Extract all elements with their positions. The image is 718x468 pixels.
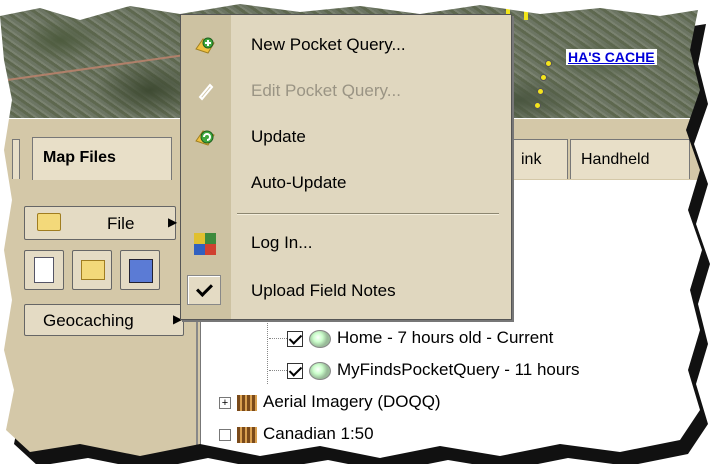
new-query-icon (194, 35, 216, 55)
pocket-query-icon (309, 329, 331, 348)
tree-item-canadian[interactable]: Canadian 1:50 (219, 422, 374, 446)
new-document-icon (34, 257, 54, 283)
tab-handheld[interactable]: Handheld (570, 139, 690, 179)
screenshot-frame: HA'S CACHE Map Files ink Handheld File ▶ (0, 4, 702, 458)
menu-item-label: Update (251, 127, 306, 146)
file-menu-button[interactable]: File ▶ (24, 206, 178, 240)
tab-link[interactable]: ink (510, 139, 568, 179)
new-file-button[interactable] (24, 250, 64, 290)
map-road (524, 4, 528, 20)
menu-item-label: Edit Pocket Query... (251, 81, 401, 100)
tab-label: Map Files (43, 149, 116, 166)
cache-link[interactable]: HA'S CACHE (566, 49, 657, 65)
save-disk-icon (129, 259, 153, 283)
menu-item-log-in[interactable]: Log In... (181, 223, 511, 263)
imagery-icon (237, 426, 257, 443)
imagery-icon (237, 394, 257, 411)
menu-separator (237, 213, 499, 215)
tree-item-label: MyFindsPocketQuery - 11 hours (337, 360, 580, 379)
login-icon (194, 233, 216, 255)
pocket-query-icon (309, 361, 331, 380)
edit-query-icon (194, 81, 216, 101)
menu-item-upload-field-notes[interactable]: Upload Field Notes (181, 271, 511, 311)
tab-label: Handheld (581, 151, 650, 168)
tree-item[interactable]: MyFindsPocketQuery - 11 hours (269, 358, 580, 382)
menu-item-auto-update[interactable]: Auto-Update (181, 163, 511, 203)
expand-icon[interactable] (219, 428, 231, 441)
geocaching-context-menu: New Pocket Query... Edit Pocket Query...… (180, 14, 512, 320)
update-icon (194, 127, 216, 147)
chevron-right-icon: ▶ (168, 215, 178, 229)
tab-label: ink (521, 151, 542, 168)
track-point (545, 60, 552, 67)
track-point (540, 74, 547, 81)
menu-item-label: Auto-Update (251, 173, 347, 192)
save-file-button[interactable] (120, 250, 160, 290)
track-point (537, 88, 544, 95)
tab-map-files[interactable]: Map Files (32, 137, 172, 181)
track-point (534, 102, 541, 109)
menu-item-label: Log In... (251, 233, 313, 252)
menu-item-label: New Pocket Query... (251, 35, 406, 54)
expand-icon[interactable]: + (219, 396, 231, 409)
menu-item-edit-pocket-query[interactable]: Edit Pocket Query... (181, 71, 511, 111)
checked-icon (187, 275, 221, 305)
folder-icon (37, 213, 61, 231)
menu-item-update[interactable]: Update (181, 117, 511, 157)
open-folder-icon (81, 260, 105, 280)
item-checkbox[interactable] (287, 362, 303, 379)
geocaching-label: Geocaching (43, 311, 134, 330)
tab-scroll-left[interactable] (12, 139, 20, 179)
tree-item-aerial[interactable]: + Aerial Imagery (DOQQ) (219, 390, 441, 414)
tree-item-label: Canadian 1:50 (263, 424, 374, 443)
left-panel: File ▶ Geocaching ▶ (20, 180, 198, 458)
file-label: File (107, 214, 135, 233)
menu-item-label: Upload Field Notes (251, 281, 396, 300)
tree-line (267, 320, 268, 384)
tree-item-label: Home - 7 hours old - Current (337, 328, 554, 347)
geocaching-menu-button[interactable]: Geocaching ▶ (24, 304, 184, 336)
open-file-button[interactable] (72, 250, 112, 290)
tree-item-label: Aerial Imagery (DOQQ) (263, 392, 441, 411)
tree-item[interactable]: Home - 7 hours old - Current (269, 326, 553, 350)
map-trail (0, 52, 199, 82)
menu-item-new-pocket-query[interactable]: New Pocket Query... (181, 25, 511, 65)
item-checkbox[interactable] (287, 330, 303, 347)
